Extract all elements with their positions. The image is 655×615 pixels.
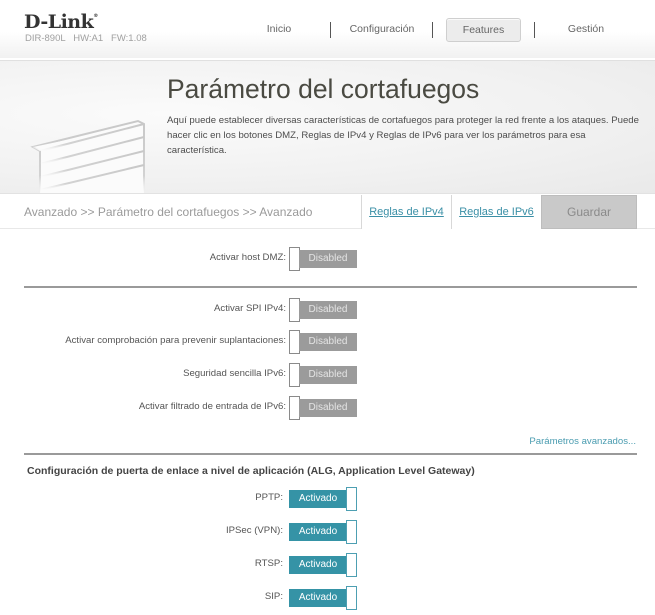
toggle-state[interactable]: Activado — [289, 556, 347, 574]
toggle-state[interactable]: Activado — [289, 490, 347, 508]
anti-spoof-row: Activar comprobación para prevenir supla… — [0, 330, 655, 354]
breadcrumb-bar: Avanzado >> Parámetro del cortafuegos >>… — [0, 193, 655, 229]
toggle-state[interactable]: Activado — [289, 589, 347, 607]
nav-divider — [330, 22, 331, 38]
page-banner: Parámetro del cortafuegos Aquí puede est… — [0, 60, 655, 194]
alg-section-title: Configuración de puerta de enlace a nive… — [27, 465, 475, 477]
ipv6-rules-link[interactable]: Reglas de IPv6 — [451, 195, 541, 229]
alg-label: IPSec (VPN): — [225, 525, 283, 536]
advanced-settings-link[interactable]: Parámetros avanzados... — [529, 436, 636, 447]
breadcrumb: Avanzado >> Parámetro del cortafuegos >>… — [24, 205, 313, 219]
toggle-state[interactable]: Disabled — [299, 250, 357, 268]
toggle-state[interactable]: Disabled — [299, 333, 357, 351]
nav-gestion[interactable]: Gestión — [550, 18, 622, 42]
nav-divider — [534, 22, 535, 38]
section-divider — [24, 453, 637, 455]
ipv4-rules-link[interactable]: Reglas de IPv4 — [361, 195, 451, 229]
nav-configuracion[interactable]: Configuración — [340, 18, 424, 42]
toggle-state[interactable]: Disabled — [299, 399, 357, 417]
rtsp-row: RTSP: Activado — [0, 553, 655, 577]
toggle-knob[interactable] — [346, 553, 357, 577]
page-title: Parámetro del cortafuegos — [167, 74, 480, 104]
nav-inicio[interactable]: Inicio — [244, 18, 314, 42]
alg-label: SIP: — [264, 591, 283, 602]
toggle-knob[interactable] — [346, 520, 357, 544]
spi-ipv4-row: Activar SPI IPv4: Disabled — [0, 298, 655, 322]
dmz-label: Activar host DMZ: — [209, 252, 286, 263]
toggle-state[interactable]: Disabled — [299, 301, 357, 319]
toggle-knob[interactable] — [346, 586, 357, 610]
top-header: D-Link® DIR-890L HW:A1 FW:1.08 Inicio Co… — [0, 0, 655, 58]
setting-label: Activar comprobación para prevenir supla… — [65, 335, 286, 346]
ipv6-ingress-filter-row: Activar filtrado de entrada de IPv6: Dis… — [0, 396, 655, 420]
nav-features[interactable]: Features — [446, 18, 521, 42]
dmz-row: Activar host DMZ: Disabled — [0, 247, 655, 271]
alg-label: RTSP: — [254, 558, 283, 569]
nav-divider — [432, 22, 433, 38]
alg-label: PPTP: — [255, 492, 283, 503]
ipv6-simple-security-row: Seguridad sencilla IPv6: Disabled — [0, 363, 655, 387]
page-description: Aquí puede establecer diversas caracterí… — [167, 115, 639, 156]
save-button[interactable]: Guardar — [541, 195, 637, 229]
toggle-knob[interactable] — [346, 487, 357, 511]
brick-wall-icon — [30, 119, 145, 194]
setting-label: Activar SPI IPv4: — [214, 303, 286, 314]
toggle-state[interactable]: Disabled — [299, 366, 357, 384]
section-divider — [24, 286, 637, 288]
ipsec-row: IPSec (VPN): Activado — [0, 520, 655, 544]
toggle-state[interactable]: Activado — [289, 523, 347, 541]
main-nav: Inicio Configuración Features Gestión — [0, 18, 655, 42]
pptp-row: PPTP: Activado — [0, 487, 655, 511]
setting-label: Activar filtrado de entrada de IPv6: — [138, 401, 286, 412]
sip-row: SIP: Activado — [0, 586, 655, 610]
setting-label: Seguridad sencilla IPv6: — [183, 368, 286, 379]
